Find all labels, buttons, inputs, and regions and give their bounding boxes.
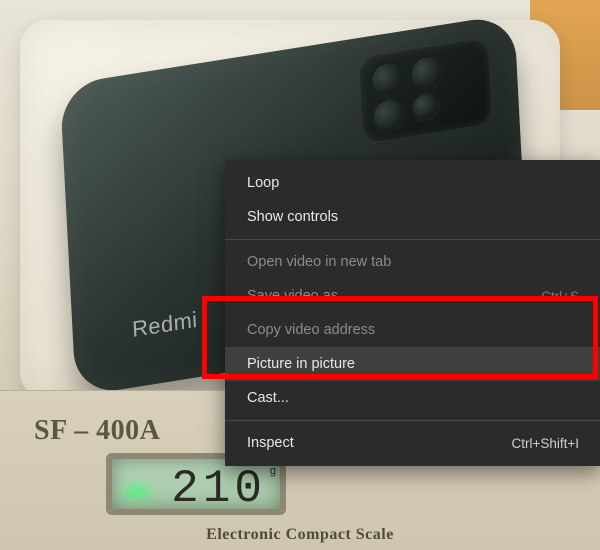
menu-item-label: Copy video address bbox=[247, 322, 375, 338]
menu-item-loop[interactable]: Loop bbox=[225, 166, 600, 200]
scale-unit: g bbox=[270, 465, 276, 477]
menu-item-cast[interactable]: Cast... bbox=[225, 381, 600, 415]
menu-item-inspect[interactable]: Inspect Ctrl+Shift+I bbox=[225, 426, 600, 460]
scale-model-label: SF – 400A bbox=[34, 415, 160, 447]
menu-item-save-video-as: Save video as... Ctrl+S bbox=[225, 279, 600, 313]
phone-brand-label: Redmi bbox=[132, 307, 199, 343]
camera-lens-icon bbox=[413, 92, 438, 120]
screenshot-stage: Redmi SF – 400A g 210 Electronic Compact… bbox=[0, 0, 600, 550]
menu-item-label: Picture in picture bbox=[247, 356, 355, 372]
scale-reading: 210 bbox=[171, 463, 266, 515]
camera-lens-icon bbox=[411, 55, 442, 90]
menu-item-label: Save video as... bbox=[247, 288, 350, 304]
menu-separator bbox=[225, 420, 600, 421]
menu-item-open-video-new-tab: Open video in new tab bbox=[225, 245, 600, 279]
menu-item-copy-video-address: Copy video address bbox=[225, 313, 600, 347]
menu-item-label: Inspect bbox=[247, 435, 294, 451]
menu-item-picture-in-picture[interactable]: Picture in picture bbox=[225, 347, 600, 381]
menu-item-label: Loop bbox=[247, 175, 279, 191]
menu-item-label: Show controls bbox=[247, 209, 338, 225]
menu-item-shortcut: Ctrl+Shift+I bbox=[511, 436, 579, 451]
menu-item-label: Open video in new tab bbox=[247, 254, 391, 270]
camera-lens-icon bbox=[371, 62, 402, 97]
video-context-menu: Loop Show controls Open video in new tab… bbox=[225, 160, 600, 466]
menu-separator bbox=[225, 239, 600, 240]
menu-item-label: Cast... bbox=[247, 390, 289, 406]
camera-lens-icon bbox=[373, 98, 404, 133]
lcd-glow bbox=[116, 481, 158, 503]
menu-item-show-controls[interactable]: Show controls bbox=[225, 200, 600, 234]
phone-camera-module bbox=[359, 38, 492, 144]
scale-caption: Electronic Compact Scale bbox=[0, 526, 600, 544]
menu-item-shortcut: Ctrl+S bbox=[541, 289, 579, 304]
